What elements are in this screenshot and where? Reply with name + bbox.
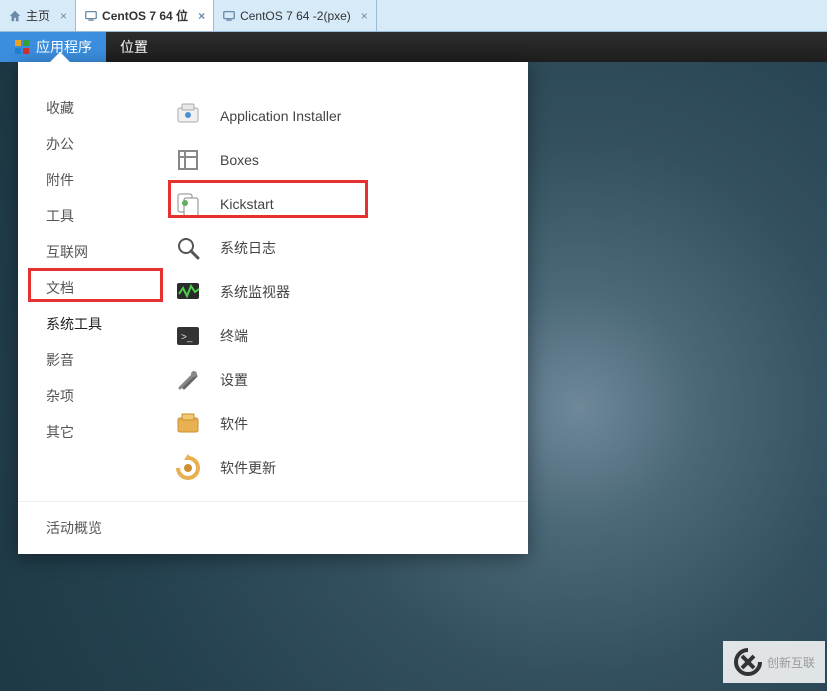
system-monitor-icon bbox=[174, 278, 202, 306]
gnome-top-panel: 应用程序 位置 bbox=[0, 32, 827, 62]
application-list: Application Installer Boxes Kickstart 系统… bbox=[168, 90, 528, 501]
software-update-icon bbox=[174, 454, 202, 482]
boxes-icon bbox=[174, 146, 202, 174]
svg-text:>_: >_ bbox=[181, 332, 193, 343]
category-list: 收藏 办公 附件 工具 互联网 文档 系统工具 影音 杂项 其它 bbox=[18, 90, 168, 501]
vm-icon bbox=[222, 9, 236, 23]
application-installer-icon bbox=[174, 102, 202, 130]
app-label: Application Installer bbox=[220, 108, 341, 124]
app-label: 系统日志 bbox=[220, 238, 276, 258]
app-label: 软件更新 bbox=[220, 458, 276, 478]
app-software[interactable]: 软件 bbox=[168, 402, 528, 446]
app-kickstart[interactable]: Kickstart bbox=[168, 182, 528, 226]
app-label: Kickstart bbox=[220, 196, 274, 212]
category-documentation[interactable]: 文档 bbox=[46, 270, 168, 306]
tab-close-icon[interactable]: × bbox=[60, 9, 67, 23]
category-office[interactable]: 办公 bbox=[46, 126, 168, 162]
tab-bar: 主页 × CentOS 7 64 位 × CentOS 7 64 -2(pxe)… bbox=[0, 0, 827, 32]
category-system-tools[interactable]: 系统工具 bbox=[46, 306, 168, 342]
app-system-log[interactable]: 系统日志 bbox=[168, 226, 528, 270]
app-label: 系统监视器 bbox=[220, 282, 290, 302]
app-terminal[interactable]: >_ 终端 bbox=[168, 314, 528, 358]
tab-label: CentOS 7 64 -2(pxe) bbox=[240, 9, 351, 23]
home-icon bbox=[8, 9, 22, 23]
vm-icon bbox=[84, 9, 98, 23]
kickstart-icon bbox=[174, 190, 202, 218]
terminal-icon: >_ bbox=[174, 322, 202, 350]
settings-icon bbox=[174, 366, 202, 394]
category-other[interactable]: 其它 bbox=[46, 414, 168, 450]
app-label: 终端 bbox=[220, 326, 248, 346]
app-label: 软件 bbox=[220, 414, 248, 434]
tab-home[interactable]: 主页 × bbox=[0, 0, 76, 31]
app-settings[interactable]: 设置 bbox=[168, 358, 528, 402]
tab-close-icon[interactable]: × bbox=[198, 9, 205, 23]
software-icon bbox=[174, 410, 202, 438]
applications-icon bbox=[14, 39, 30, 55]
app-boxes[interactable]: Boxes bbox=[168, 138, 528, 182]
category-accessories[interactable]: 附件 bbox=[46, 162, 168, 198]
places-menu-button[interactable]: 位置 bbox=[106, 32, 162, 62]
tab-close-icon[interactable]: × bbox=[361, 9, 368, 23]
app-label: Boxes bbox=[220, 152, 259, 168]
category-sound-video[interactable]: 影音 bbox=[46, 342, 168, 378]
app-application-installer[interactable]: Application Installer bbox=[168, 94, 528, 138]
app-label: 设置 bbox=[220, 370, 248, 390]
watermark-text: 创新互联 bbox=[767, 654, 815, 671]
tab-label: CentOS 7 64 位 bbox=[102, 7, 188, 24]
category-tools[interactable]: 工具 bbox=[46, 198, 168, 234]
places-label: 位置 bbox=[120, 37, 148, 57]
tab-label: 主页 bbox=[26, 7, 50, 24]
app-system-monitor[interactable]: 系统监视器 bbox=[168, 270, 528, 314]
category-internet[interactable]: 互联网 bbox=[46, 234, 168, 270]
category-sundry[interactable]: 杂项 bbox=[46, 378, 168, 414]
applications-menu-body: 收藏 办公 附件 工具 互联网 文档 系统工具 影音 杂项 其它 Applica… bbox=[18, 62, 528, 501]
activities-overview[interactable]: 活动概览 bbox=[18, 501, 528, 554]
tab-centos-2[interactable]: CentOS 7 64 -2(pxe) × bbox=[214, 0, 377, 31]
system-log-icon bbox=[174, 234, 202, 262]
watermark: 创新互联 bbox=[723, 641, 825, 683]
category-favorites[interactable]: 收藏 bbox=[46, 90, 168, 126]
tab-centos-1[interactable]: CentOS 7 64 位 × bbox=[76, 0, 214, 31]
applications-dropdown: 收藏 办公 附件 工具 互联网 文档 系统工具 影音 杂项 其它 Applica… bbox=[18, 62, 528, 554]
app-software-update[interactable]: 软件更新 bbox=[168, 446, 528, 490]
watermark-logo-icon bbox=[733, 647, 763, 677]
